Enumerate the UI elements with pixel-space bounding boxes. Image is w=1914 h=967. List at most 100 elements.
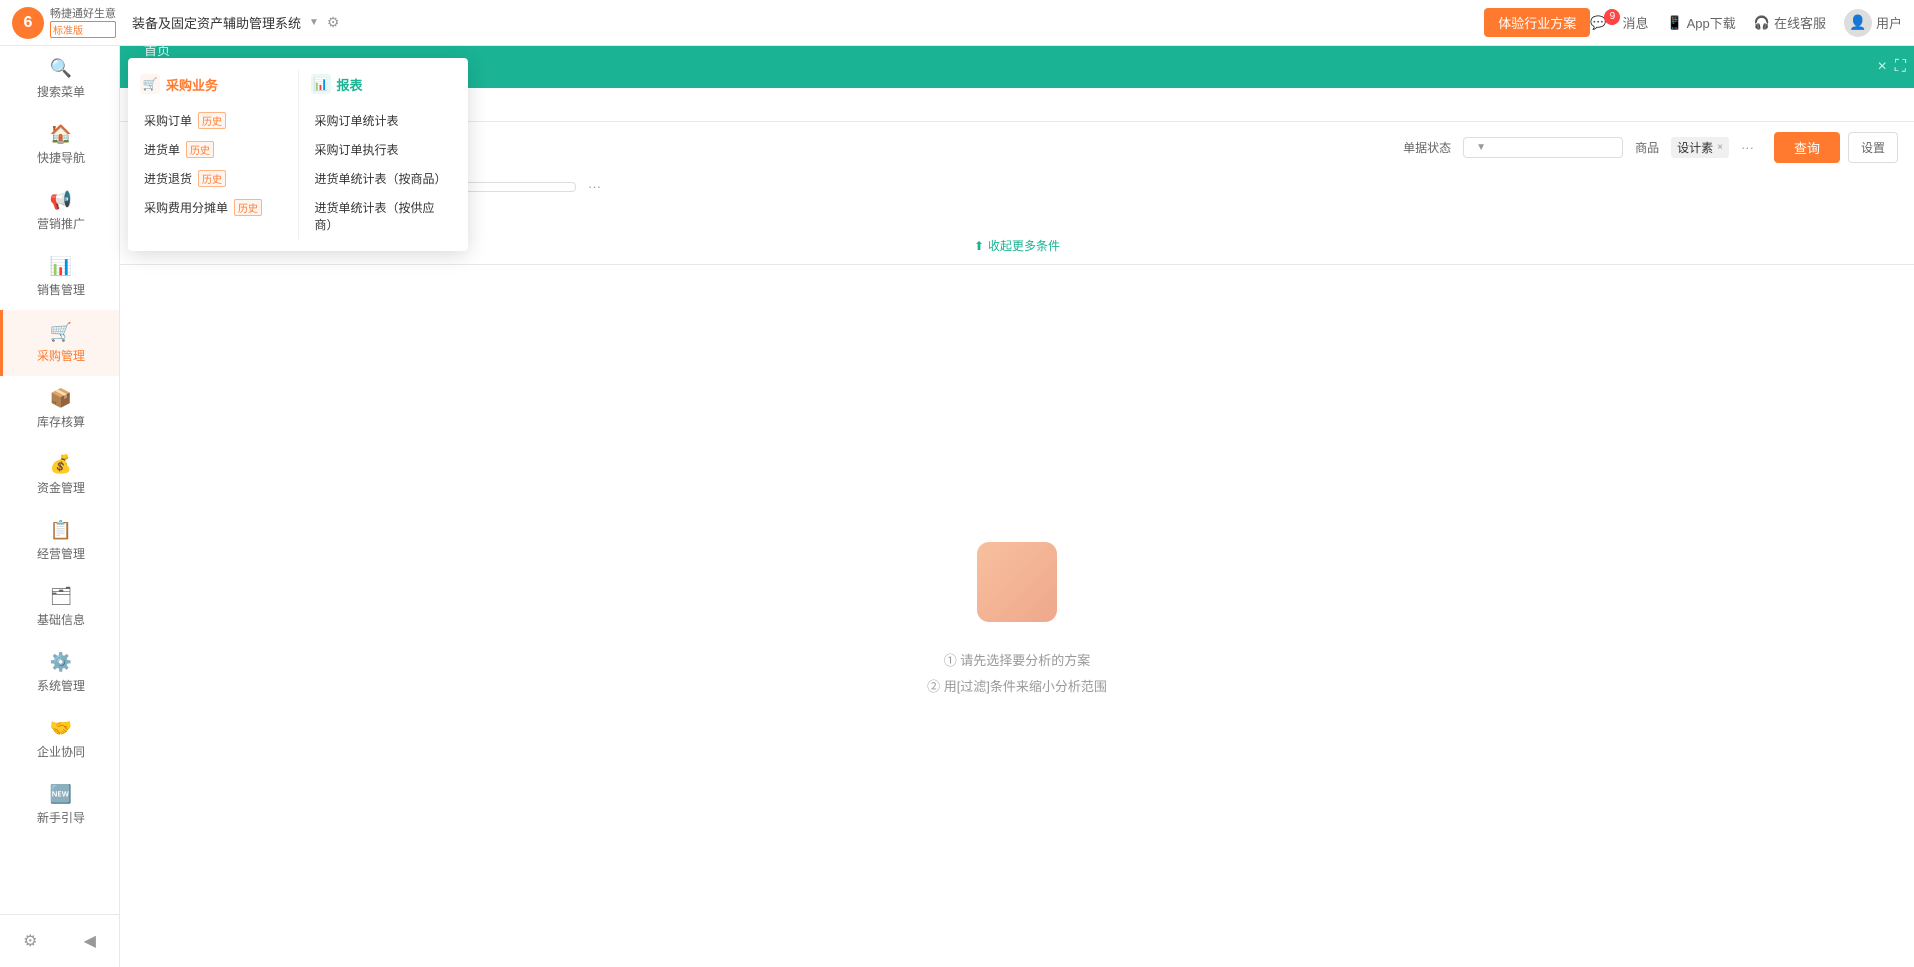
sidebar-item-quick[interactable]: 🏠快捷导航 (0, 112, 119, 178)
sidebar-item-search[interactable]: 🔍搜索菜单 (0, 46, 119, 112)
app-download-btn[interactable]: 📱 App下载 (1666, 13, 1735, 32)
window-close-btn[interactable]: × (1877, 58, 1886, 76)
empty-hint2: ② 用[过滤]条件来缩小分析范围 (927, 674, 1107, 700)
empty-robot-icon (977, 542, 1057, 622)
empty-hint1: ① 请先选择要分析的方案 (927, 648, 1107, 674)
query-btn[interactable]: 查询 (1774, 132, 1840, 163)
sidebar-item-coop[interactable]: 🤝企业协同 (0, 706, 119, 772)
purchase-icon: 🛒 (50, 322, 72, 343)
avatar: 👤 (1844, 9, 1872, 37)
empty-text: ① 请先选择要分析的方案 ② 用[过滤]条件来缩小分析范围 (927, 648, 1107, 700)
dropdown-col-purchase: 🛒 采购业务 采购订单历史进货单历史进货退货历史采购费用分摊单历史 (128, 70, 299, 239)
dropdown-item-label: 进货退货 (144, 170, 192, 187)
dropdown-item-采购订单统计表[interactable]: 采购订单统计表 (311, 106, 457, 135)
message-label: 消息 (1622, 13, 1648, 32)
quick-icon: 🏠 (50, 124, 72, 145)
gear-icon[interactable]: ⚙ (327, 14, 340, 31)
coop-icon: 🤝 (50, 718, 72, 739)
dropdown-item-label: 采购订单 (144, 112, 192, 129)
history-badge: 历史 (198, 112, 226, 129)
report-col-icon: 📊 (311, 74, 331, 94)
online-service-btn[interactable]: 🎧 在线客服 (1754, 13, 1826, 32)
dropdown-col2-header: 📊 报表 (311, 70, 457, 102)
message-badge: 9 (1604, 9, 1620, 25)
sidebar-item-system[interactable]: ⚙️系统管理 (0, 640, 119, 706)
dropdown-item-采购费用分摊单[interactable]: 采购费用分摊单历史 (140, 193, 286, 222)
logo-badge: 标准版 (50, 21, 116, 38)
dropdown-item-进货单[interactable]: 进货单历史 (140, 135, 286, 164)
dropdown-col2-items: 采购订单统计表采购订单执行表进货单统计表（按商品） 进货单统计表（按供应商） (311, 106, 457, 239)
goods-dots[interactable]: ··· (1741, 140, 1754, 155)
voucher-status-label: 单据状态 (1403, 139, 1451, 156)
operation-icon: 📋 (50, 520, 72, 541)
sidebar-item-inventory[interactable]: 📦库存核算 (0, 376, 119, 442)
goods-tag: 设计素 × (1671, 137, 1729, 158)
empty-illustration (957, 532, 1077, 632)
logo-icon: 6 (12, 7, 44, 39)
sidebar-items: 🔍搜索菜单🏠快捷导航📢营销推广📊销售管理🛒采购管理📦库存核算💰资金管理📋经营管理… (0, 46, 119, 838)
top-header: 6 畅捷通好生意 标准版 装备及固定资产辅助管理系统 ▼ ⚙ 体验行业方案 💬 … (0, 0, 1914, 46)
logo-name: 畅捷通好生意 (50, 7, 116, 21)
system-title-text: 装备及固定资产辅助管理系统 (132, 13, 301, 32)
headset-icon: 🎧 (1754, 15, 1770, 31)
dropdown-item-采购订单[interactable]: 采购订单历史 (140, 106, 286, 135)
sidebar-bottom: ⚙ ◀ (0, 914, 119, 967)
dropdown-col1-header: 🛒 采购业务 (140, 70, 286, 102)
search-icon: 🔍 (50, 58, 72, 79)
history-badge: 历史 (198, 170, 226, 187)
tab-bar-actions: × ⛶ (1877, 58, 1906, 76)
window-expand-btn[interactable]: ⛶ (1895, 58, 1906, 76)
system-icon: ⚙️ (50, 652, 72, 673)
sidebar-item-marketing[interactable]: 📢营销推广 (0, 178, 119, 244)
system-dropdown-arrow[interactable]: ▼ (309, 17, 319, 28)
dropdown-item-label: 进货单统计表（按供应商） (315, 199, 453, 233)
sidebar-collapse-btn[interactable]: ◀ (80, 927, 100, 955)
finance-icon: 💰 (50, 454, 72, 475)
header-right: 💬 9 消息 📱 App下载 🎧 在线客服 👤 用户 (1590, 9, 1902, 37)
history-badge: 历史 (186, 141, 214, 158)
dropdown-item-进货退货[interactable]: 进货退货历史 (140, 164, 286, 193)
marketing-icon: 📢 (50, 190, 72, 211)
phone-icon: 📱 (1666, 15, 1682, 31)
purchase-col-icon: 🛒 (140, 74, 160, 94)
sidebar-item-purchase[interactable]: 🛒采购管理 (0, 310, 119, 376)
message-btn[interactable]: 💬 9 消息 (1590, 13, 1648, 32)
goods-label: 商品 (1635, 139, 1659, 156)
sidebar: 🔍搜索菜单🏠快捷导航📢营销推广📊销售管理🛒采购管理📦库存核算💰资金管理📋经营管理… (0, 46, 120, 967)
industry-btn[interactable]: 体验行业方案 (1484, 8, 1590, 37)
basic-icon: 🗂 (50, 586, 73, 607)
inventory-icon: 📦 (50, 388, 72, 409)
voucher-status-select[interactable]: ▼ (1463, 137, 1623, 158)
purchase-dropdown-menu: 🛒 采购业务 采购订单历史进货单历史进货退货历史采购费用分摊单历史 📊 报表 采… (128, 58, 468, 251)
dropdown-item-采购订单执行表[interactable]: 采购订单执行表 (311, 135, 457, 164)
dropdown-item-label: 采购订单执行表 (315, 141, 399, 158)
sidebar-item-finance[interactable]: 💰资金管理 (0, 442, 119, 508)
sidebar-item-sales[interactable]: 📊销售管理 (0, 244, 119, 310)
dropdown-item-进货单统计表按供应商[interactable]: 进货单统计表（按供应商） (311, 193, 457, 239)
dropdown-columns: 🛒 采购业务 采购订单历史进货单历史进货退货历史采购费用分摊单历史 📊 报表 采… (128, 70, 468, 239)
goods-tag-close[interactable]: × (1717, 142, 1723, 153)
dropdown-item-label: 进货单统计表（按商品） (315, 170, 447, 187)
logo-area: 6 畅捷通好生意 标准版 (12, 7, 132, 39)
content-area: ① 请先选择要分析的方案 ② 用[过滤]条件来缩小分析范围 (120, 265, 1914, 967)
sales-icon: 📊 (50, 256, 72, 277)
collapse-btn[interactable]: ⬆ 收起更多条件 (974, 237, 1060, 254)
user-btn[interactable]: 👤 用户 (1844, 9, 1902, 37)
sidebar-item-operation[interactable]: 📋经营管理 (0, 508, 119, 574)
dropdown-item-进货单统计表按商品[interactable]: 进货单统计表（按商品） (311, 164, 457, 193)
dropdown-item-label: 采购费用分摊单 (144, 199, 228, 216)
voucher-status-arrow: ▼ (1476, 142, 1486, 153)
dropdown-item-label: 进货单 (144, 141, 180, 158)
dropdown-col1-items: 采购订单历史进货单历史进货退货历史采购费用分摊单历史 (140, 106, 286, 222)
sidebar-item-basic[interactable]: 🗂基础信息 (0, 574, 119, 640)
settings-btn[interactable]: 设置 (1848, 132, 1898, 163)
dropdown-col-report: 📊 报表 采购订单统计表采购订单执行表进货单统计表（按商品） 进货单统计表（按供应… (299, 70, 469, 239)
dropdown-item-label: 采购订单统计表 (315, 112, 399, 129)
sidebar-settings-btn[interactable]: ⚙ (19, 927, 41, 955)
newbie-icon: 🆕 (50, 784, 72, 805)
sidebar-item-newbie[interactable]: 🆕新手引导 (0, 772, 119, 838)
system-title-area: 装备及固定资产辅助管理系统 ▼ ⚙ (132, 13, 1484, 32)
salesman-dots[interactable]: ··· (588, 179, 601, 194)
history-badge: 历史 (234, 199, 262, 216)
collapse-icon: ⬆ (974, 239, 984, 253)
